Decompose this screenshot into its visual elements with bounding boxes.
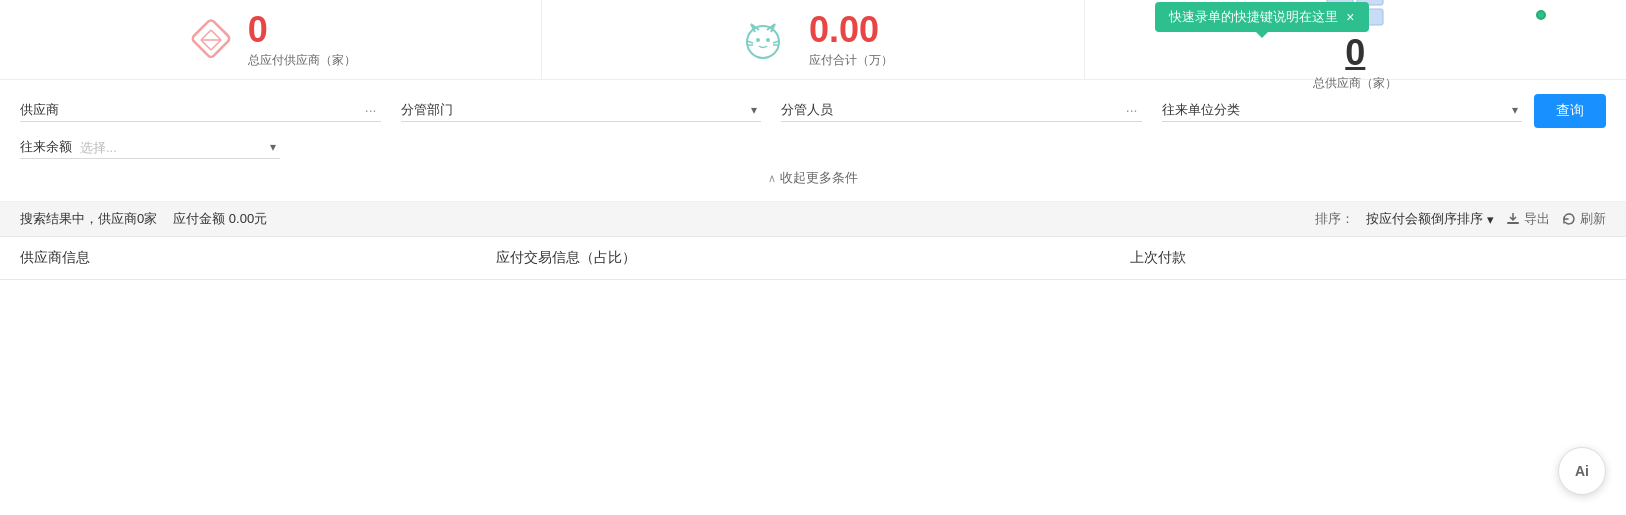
collapse-btn[interactable]: ∧ 收起更多条件 <box>20 163 1606 193</box>
stat-payable-total-number: 0.00 <box>809 10 893 50</box>
sort-label: 排序： <box>1315 210 1354 228</box>
svg-point-7 <box>756 38 760 42</box>
department-select-wrap: ▾ <box>461 102 762 117</box>
unit-category-label: 往来单位分类 <box>1162 101 1240 119</box>
stat-total-payable-label: 总应付供应商（家） <box>248 52 356 69</box>
search-result-text: 搜索结果中，供应商0家 <box>20 210 157 228</box>
balance-select-wrap: ▾ <box>80 140 280 155</box>
result-right: 排序： 按应付会额倒序排序 ▾ 导出 刷新 <box>1315 210 1606 228</box>
svg-rect-17 <box>1507 222 1519 224</box>
stat-payable-total: 0.00 应付合计（万） <box>542 0 1084 79</box>
sort-option-label: 按应付会额倒序排序 <box>1366 210 1483 228</box>
filter-supplier-group: 供应商 ··· <box>20 101 381 122</box>
svg-line-1 <box>201 30 211 40</box>
filter-row-2: 往来余额 ▾ <box>20 138 1606 159</box>
balance-input[interactable] <box>80 140 266 155</box>
stat-total-payable-suppliers: 0 总应付供应商（家） <box>0 0 542 79</box>
collapse-arrow-icon: ∧ <box>768 172 776 185</box>
collapse-btn-label: 收起更多条件 <box>780 169 858 187</box>
ai-bubble[interactable]: Ai <box>1558 447 1606 495</box>
balance-label: 往来余额 <box>20 138 72 156</box>
unit-category-dropdown-btn[interactable]: ▾ <box>1508 103 1522 117</box>
table-header: 供应商信息 应付交易信息（占比） 上次付款 <box>0 237 1626 280</box>
stat-total-suppliers-number: 0 <box>1345 33 1365 73</box>
export-button[interactable]: 导出 <box>1506 210 1550 228</box>
ai-label: Ai <box>1575 463 1589 479</box>
stat-total-suppliers: 快速录单的快捷键说明在这里 × 0 总供应商（家） <box>1085 0 1626 79</box>
filter-department-group: 分管部门 ▾ <box>401 101 762 122</box>
stat-total-suppliers-label: 总供应商（家） <box>1313 75 1397 92</box>
col-lastpay-header: 上次付款 <box>1130 249 1606 267</box>
department-input[interactable] <box>461 102 748 117</box>
filter-row-1: 供应商 ··· 分管部门 ▾ 分管人员 ··· 往来单位分类 ▾ 查询 <box>20 94 1606 128</box>
result-left: 搜索结果中，供应商0家 应付金额 0.00元 <box>20 210 267 228</box>
refresh-button[interactable]: 刷新 <box>1562 210 1606 228</box>
cat-icon <box>733 10 793 70</box>
filter-area: 供应商 ··· 分管部门 ▾ 分管人员 ··· 往来单位分类 ▾ 查询 <box>0 80 1626 202</box>
col-supplier-header: 供应商信息 <box>20 249 496 267</box>
tooltip-close-btn[interactable]: × <box>1346 10 1354 24</box>
balance-dropdown-btn[interactable]: ▾ <box>266 140 280 154</box>
svg-point-8 <box>766 38 770 42</box>
table-body <box>0 280 1626 515</box>
unit-category-input[interactable] <box>1248 102 1509 117</box>
diamond-icon <box>186 15 236 65</box>
sort-arrow-icon: ▾ <box>1487 212 1494 227</box>
filter-person-group: 分管人员 ··· <box>781 101 1142 122</box>
department-dropdown-btn[interactable]: ▾ <box>747 103 761 117</box>
filter-unit-category-group: 往来单位分类 ▾ <box>1162 101 1523 122</box>
refresh-icon <box>1562 212 1576 226</box>
stat-payable-total-content: 0.00 应付合计（万） <box>809 10 893 69</box>
supplier-label: 供应商 <box>20 101 68 119</box>
person-more-btn[interactable]: ··· <box>1122 102 1142 118</box>
person-label: 分管人员 <box>781 101 833 119</box>
supplier-input[interactable] <box>76 102 361 117</box>
svg-rect-0 <box>191 18 231 58</box>
unit-category-select-wrap: ▾ <box>1248 102 1523 117</box>
stats-bar: 0 总应付供应商（家） 0.00 应付合计（万） 快速录单的快捷键说明在这里 × <box>0 0 1626 80</box>
tooltip-text: 快速录单的快捷键说明在这里 <box>1169 8 1338 26</box>
stat-total-payable-content: 0 总应付供应商（家） <box>248 10 356 69</box>
col-transaction-header: 应付交易信息（占比） <box>496 249 1130 267</box>
supplier-more-btn[interactable]: ··· <box>361 102 381 118</box>
stat-total-payable-number: 0 <box>248 10 356 50</box>
department-label: 分管部门 <box>401 101 453 119</box>
result-bar: 搜索结果中，供应商0家 应付金额 0.00元 排序： 按应付会额倒序排序 ▾ 导… <box>0 202 1626 237</box>
tooltip-dot <box>1536 10 1546 20</box>
tooltip-bubble: 快速录单的快捷键说明在这里 × <box>1155 2 1368 32</box>
query-button[interactable]: 查询 <box>1534 94 1606 128</box>
stat-payable-total-label: 应付合计（万） <box>809 52 893 69</box>
filter-balance-group: 往来余额 ▾ <box>20 138 280 159</box>
person-input[interactable] <box>841 102 1122 117</box>
sort-button[interactable]: 按应付会额倒序排序 ▾ <box>1366 210 1494 228</box>
payable-amount-text: 应付金额 0.00元 <box>173 210 267 228</box>
export-icon <box>1506 212 1520 226</box>
svg-line-4 <box>211 30 221 40</box>
